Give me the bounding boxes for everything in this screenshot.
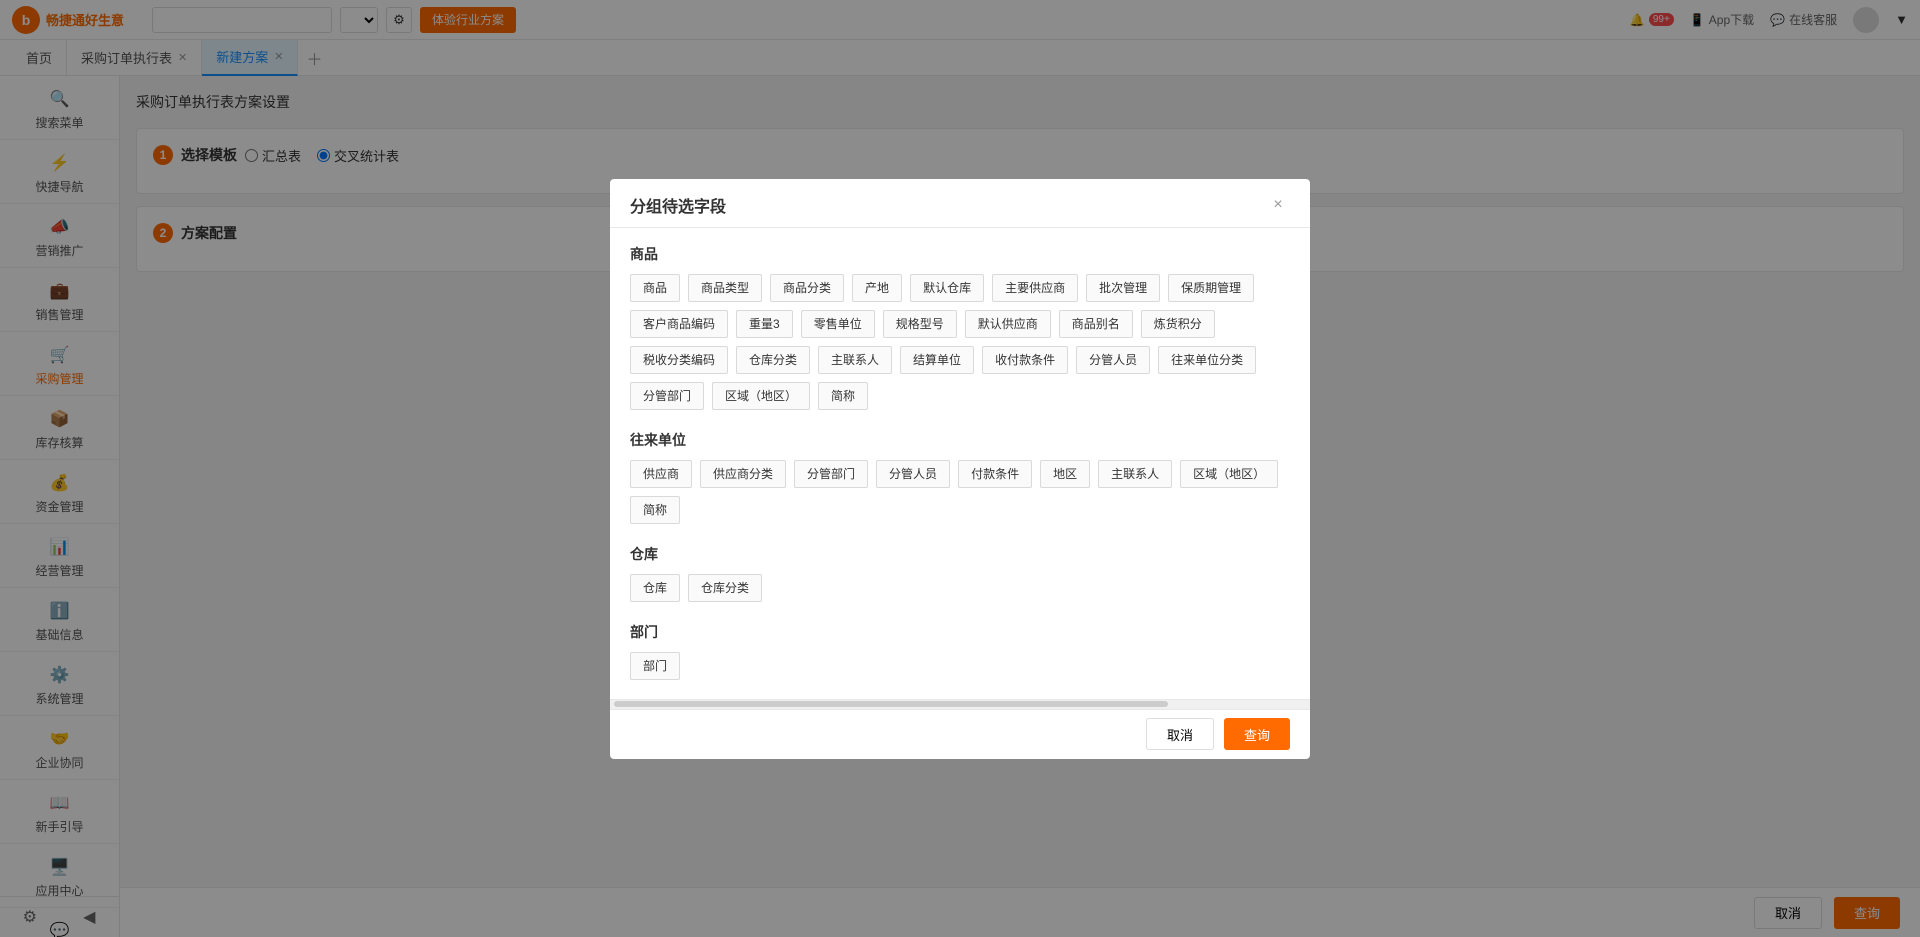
modal-title: 分组待选字段 [630,193,726,217]
modal-confirm-button[interactable]: 查询 [1224,718,1290,750]
field-tag-0-1[interactable]: 商品类型 [688,274,762,302]
modal-body: 商品商品商品类型商品分类产地默认仓库主要供应商批次管理保质期管理客户商品编码重量… [610,228,1310,699]
modal-close-button[interactable]: × [1266,193,1290,217]
field-tag-1-2[interactable]: 分管部门 [794,460,868,488]
field-tag-0-11[interactable]: 规格型号 [883,310,957,338]
field-tag-0-16[interactable]: 仓库分类 [736,346,810,374]
modal-hscroll[interactable] [610,699,1310,709]
field-tags-2: 仓库仓库分类 [630,574,1290,602]
field-tag-0-20[interactable]: 分管人员 [1076,346,1150,374]
field-tag-2-0[interactable]: 仓库 [630,574,680,602]
field-section-title-3: 部门 [630,622,1290,642]
modal-overlay[interactable]: 分组待选字段 × 商品商品商品类型商品分类产地默认仓库主要供应商批次管理保质期管… [0,0,1920,937]
field-tag-0-4[interactable]: 默认仓库 [910,274,984,302]
field-tag-1-1[interactable]: 供应商分类 [700,460,786,488]
field-section-0: 商品商品商品类型商品分类产地默认仓库主要供应商批次管理保质期管理客户商品编码重量… [630,244,1290,410]
field-tag-0-14[interactable]: 炼货积分 [1141,310,1215,338]
field-tag-0-13[interactable]: 商品别名 [1059,310,1133,338]
field-tag-1-5[interactable]: 地区 [1040,460,1090,488]
modal: 分组待选字段 × 商品商品商品类型商品分类产地默认仓库主要供应商批次管理保质期管… [610,179,1310,759]
field-tag-1-0[interactable]: 供应商 [630,460,692,488]
field-tag-0-24[interactable]: 简称 [818,382,868,410]
field-tag-0-12[interactable]: 默认供应商 [965,310,1051,338]
field-tag-2-1[interactable]: 仓库分类 [688,574,762,602]
field-tags-3: 部门 [630,652,1290,680]
field-section-title-0: 商品 [630,244,1290,264]
field-tag-0-0[interactable]: 商品 [630,274,680,302]
modal-footer: 取消 查询 [610,709,1310,759]
field-tag-1-3[interactable]: 分管人员 [876,460,950,488]
field-tag-3-0[interactable]: 部门 [630,652,680,680]
field-tag-0-10[interactable]: 零售单位 [801,310,875,338]
field-tag-0-6[interactable]: 批次管理 [1086,274,1160,302]
field-section-1: 往来单位供应商供应商分类分管部门分管人员付款条件地区主联系人区域（地区） 简称 [630,430,1290,524]
field-section-title-2: 仓库 [630,544,1290,564]
field-tag-1-8[interactable]: 简称 [630,496,680,524]
field-tag-0-23[interactable]: 区域（地区） [712,382,810,410]
field-tags-1: 供应商供应商分类分管部门分管人员付款条件地区主联系人区域（地区） 简称 [630,460,1290,524]
modal-hscroll-thumb [614,701,1168,707]
field-tag-0-9[interactable]: 重量3 [736,310,793,338]
field-tag-0-18[interactable]: 结算单位 [900,346,974,374]
field-section-3: 部门部门 [630,622,1290,680]
modal-header: 分组待选字段 × [610,179,1310,228]
field-tag-1-6[interactable]: 主联系人 [1098,460,1172,488]
field-tag-0-21[interactable]: 往来单位分类 [1158,346,1256,374]
field-tag-0-17[interactable]: 主联系人 [818,346,892,374]
field-section-2: 仓库仓库仓库分类 [630,544,1290,602]
field-tag-0-7[interactable]: 保质期管理 [1168,274,1254,302]
field-tag-0-8[interactable]: 客户商品编码 [630,310,728,338]
field-tag-0-3[interactable]: 产地 [852,274,902,302]
field-tag-0-2[interactable]: 商品分类 [770,274,844,302]
field-tags-0: 商品商品类型商品分类产地默认仓库主要供应商批次管理保质期管理客户商品编码重量3 零… [630,274,1290,410]
field-tag-0-15[interactable]: 税收分类编码 [630,346,728,374]
field-tag-0-19[interactable]: 收付款条件 [982,346,1068,374]
field-section-title-1: 往来单位 [630,430,1290,450]
modal-cancel-button[interactable]: 取消 [1146,718,1214,750]
field-tag-0-5[interactable]: 主要供应商 [992,274,1078,302]
field-tag-0-22[interactable]: 分管部门 [630,382,704,410]
field-tag-1-4[interactable]: 付款条件 [958,460,1032,488]
field-tag-1-7[interactable]: 区域（地区） [1180,460,1278,488]
